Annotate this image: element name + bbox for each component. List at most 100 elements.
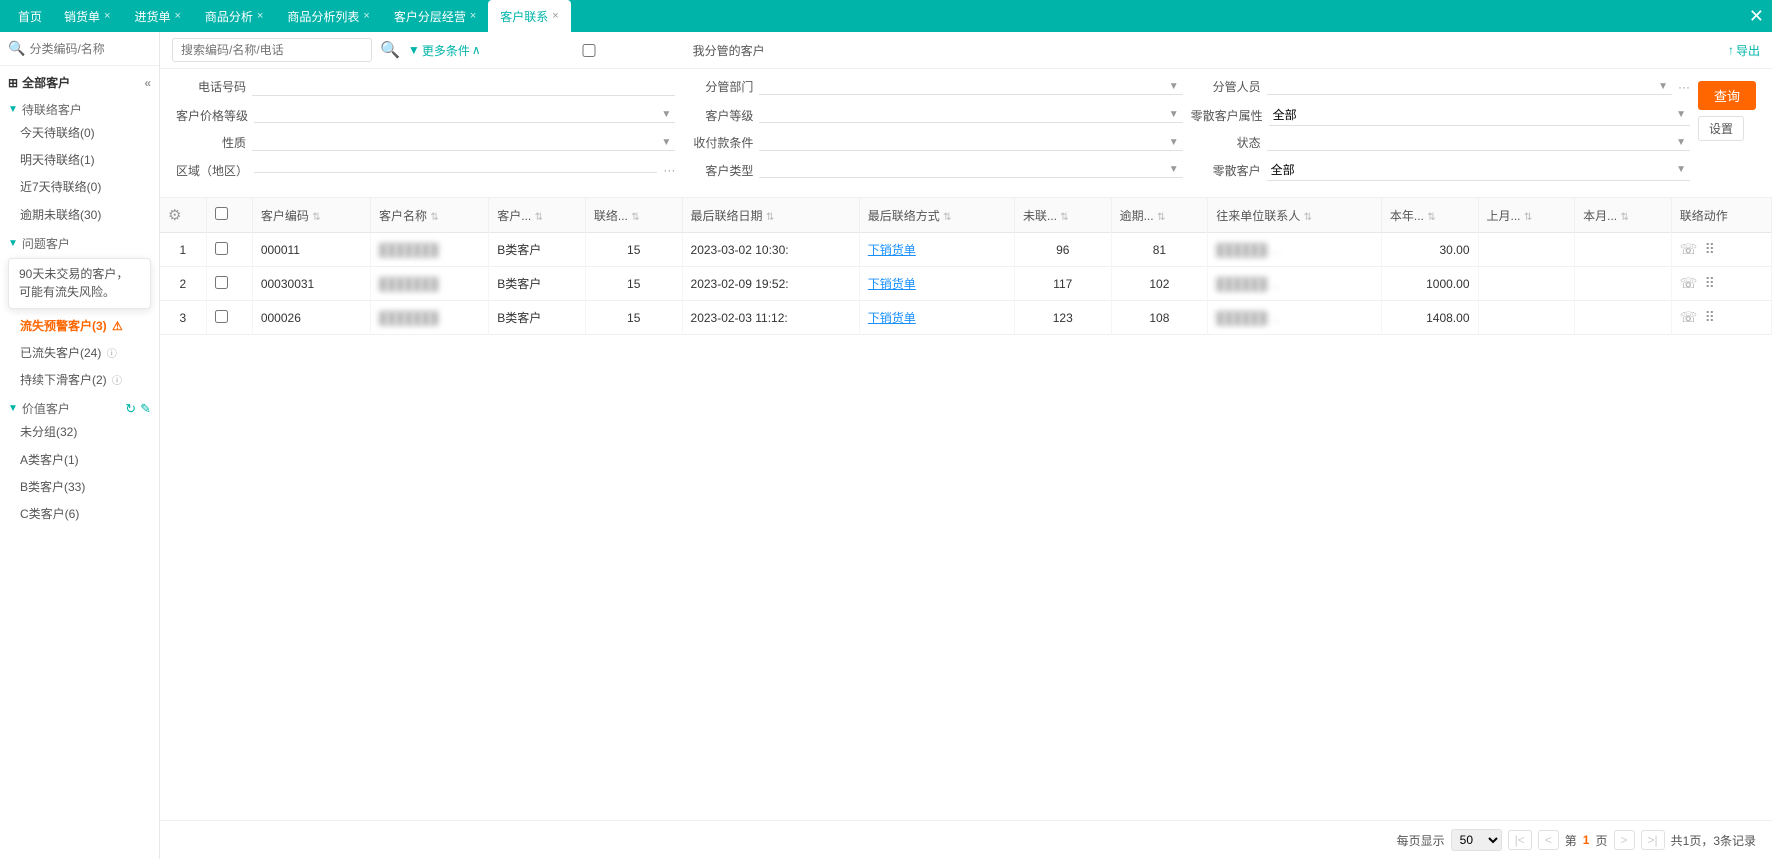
th-not-contacted-label: 未联... xyxy=(1023,209,1057,223)
retail-attr-select[interactable]: 全部 ▼ xyxy=(1269,104,1690,126)
th-action-label: 联络动作 xyxy=(1680,209,1728,223)
sidebar-item-tomorrow[interactable]: 明天待联络(1) xyxy=(0,147,159,174)
sidebar-item-churn-warning[interactable]: 流失预警客户(3) ⚠ xyxy=(0,313,159,340)
grade-select[interactable]: ▼ xyxy=(759,107,1182,123)
next-page-button[interactable]: > xyxy=(1614,830,1635,850)
tab-purchase-close[interactable]: × xyxy=(174,10,180,22)
declining-info-icon: ⓘ xyxy=(112,376,122,387)
sidebar-item-today[interactable]: 今天待联络(0) xyxy=(0,120,159,147)
sidebar-search-icon: 🔍 xyxy=(8,40,25,57)
th-last-date[interactable]: 最后联络日期 ⇅ xyxy=(682,198,859,233)
tab-goods-list-close[interactable]: × xyxy=(363,10,369,22)
filter-field-retail: 零散客户 全部 ▼ xyxy=(1191,159,1690,181)
row-checkbox-1[interactable] xyxy=(215,276,228,289)
tab-customer-tier-close[interactable]: × xyxy=(470,10,476,22)
action-more-icon-0[interactable]: ⠿ xyxy=(1705,241,1715,257)
cell-date-1: 2023-02-09 19:52: xyxy=(682,267,859,301)
tab-home[interactable]: 首页 xyxy=(8,0,52,32)
dept-select[interactable]: ▼ xyxy=(759,79,1182,95)
th-this-month[interactable]: 本月... ⇅ xyxy=(1575,198,1672,233)
value-refresh-icon[interactable]: ↻ xyxy=(125,401,136,417)
action-contact-icon-2[interactable]: ☏ xyxy=(1680,309,1698,325)
collapse-icon[interactable]: « xyxy=(144,76,151,90)
sidebar-item-b-class[interactable]: B类客户(33) xyxy=(0,474,159,501)
price-grade-arrow-icon: ▼ xyxy=(661,109,671,120)
manager-more-icon[interactable]: ··· xyxy=(1678,80,1690,94)
per-page-label: 每页显示 xyxy=(1397,832,1445,849)
my-customers-checkbox[interactable] xyxy=(489,44,689,57)
action-contact-icon-1[interactable]: ☏ xyxy=(1680,275,1698,291)
export-button[interactable]: ↑ 导出 xyxy=(1728,42,1760,59)
th-name[interactable]: 客户名称 ⇅ xyxy=(371,198,489,233)
cell-method-0: 下销货单 xyxy=(859,233,1014,267)
sidebar-item-declining[interactable]: 持续下滑客户(2) ⓘ xyxy=(0,367,159,394)
section-arrow-pending: ▼ xyxy=(8,104,18,115)
action-more-icon-1[interactable]: ⠿ xyxy=(1705,275,1715,291)
region-select[interactable] xyxy=(254,168,657,173)
cell-last-month-0 xyxy=(1478,233,1575,267)
th-this-year[interactable]: 本年... ⇅ xyxy=(1381,198,1478,233)
action-contact-icon-0[interactable]: ☏ xyxy=(1680,241,1698,257)
manager-select[interactable]: ▼ xyxy=(1267,79,1672,95)
sidebar-item-overdue[interactable]: 逾期未联络(30) xyxy=(0,202,159,229)
th-not-contacted[interactable]: 未联... ⇅ xyxy=(1014,198,1111,233)
query-button[interactable]: 查询 xyxy=(1698,81,1756,110)
window-close-icon[interactable]: ✕ xyxy=(1749,6,1764,27)
export-label: 导出 xyxy=(1736,42,1760,59)
th-last-method[interactable]: 最后联络方式 ⇅ xyxy=(859,198,1014,233)
first-page-button[interactable]: |< xyxy=(1508,830,1532,850)
price-grade-select[interactable]: ▼ xyxy=(254,107,675,123)
th-last-month[interactable]: 上月... ⇅ xyxy=(1478,198,1575,233)
tab-goods-analysis[interactable]: 商品分析 × xyxy=(193,0,275,32)
th-overdue[interactable]: 逾期... ⇅ xyxy=(1111,198,1208,233)
th-type[interactable]: 客户... ⇅ xyxy=(489,198,586,233)
sidebar-item-ungrouped[interactable]: 未分组(32) xyxy=(0,419,159,446)
th-contact-person[interactable]: 往来单位联系人 ⇅ xyxy=(1208,198,1382,233)
nature-select[interactable]: ▼ xyxy=(252,135,675,151)
sidebar-all-customers[interactable]: ⊞ 全部客户 « xyxy=(0,66,159,95)
row-checkbox-0[interactable] xyxy=(215,242,228,255)
sidebar-search-input[interactable] xyxy=(29,42,160,56)
status-select[interactable]: ▼ xyxy=(1267,135,1690,151)
tab-customer-contact[interactable]: 客户联系 × xyxy=(488,0,570,32)
retail-select[interactable]: 全部 ▼ xyxy=(1267,159,1690,181)
tab-goods-list[interactable]: 商品分析列表 × xyxy=(275,0,381,32)
section-problem-customers[interactable]: ▼ 问题客户 xyxy=(0,229,159,254)
tab-purchase[interactable]: 进货单 × xyxy=(122,0,192,32)
filter-more-button[interactable]: ▼ 更多条件 ∧ xyxy=(408,42,481,59)
filter-chevron-icon: ∧ xyxy=(472,43,481,57)
sidebar-item-churned[interactable]: 已流失客户(24) ⓘ xyxy=(0,340,159,367)
last-page-button[interactable]: >| xyxy=(1641,830,1665,850)
search-button[interactable]: 🔍 xyxy=(380,40,400,60)
section-value-customers[interactable]: ▼ 价值客户 ↻ ✎ xyxy=(0,394,159,419)
th-code-sort-icon: ⇅ xyxy=(312,212,320,223)
sidebar-item-a-class[interactable]: A类客户(1) xyxy=(0,447,159,474)
th-contact[interactable]: 联络... ⇅ xyxy=(585,198,682,233)
th-code[interactable]: 客户编码 ⇅ xyxy=(252,198,370,233)
cust-type-select[interactable]: ▼ xyxy=(759,162,1182,178)
select-all-checkbox[interactable] xyxy=(215,207,228,220)
gear-icon[interactable]: ⚙ xyxy=(168,207,181,224)
tab-customer-tier[interactable]: 客户分层经营 × xyxy=(382,0,488,32)
region-more-icon[interactable]: ··· xyxy=(663,163,675,177)
section-pending-contact[interactable]: ▼ 待联络客户 xyxy=(0,95,159,120)
sidebar-item-c-class[interactable]: C类客户(6) xyxy=(0,501,159,528)
per-page-select[interactable]: 50 20 100 xyxy=(1451,829,1502,851)
value-edit-icon[interactable]: ✎ xyxy=(140,401,151,417)
tab-sales-close[interactable]: × xyxy=(104,10,110,22)
row-checkbox-2[interactable] xyxy=(215,310,228,323)
tab-customer-contact-close[interactable]: × xyxy=(552,10,558,22)
payment-select[interactable]: ▼ xyxy=(759,135,1182,151)
tab-sales[interactable]: 销货单 × xyxy=(52,0,122,32)
prev-page-button[interactable]: < xyxy=(1538,830,1559,850)
tab-goods-analysis-close[interactable]: × xyxy=(257,10,263,22)
sidebar-item-7days[interactable]: 近7天待联络(0) xyxy=(0,174,159,201)
cell-overdue-2: 108 xyxy=(1111,301,1208,335)
my-customers-checkbox-label[interactable]: 我分管的客户 xyxy=(489,42,765,59)
action-more-icon-2[interactable]: ⠿ xyxy=(1705,309,1715,325)
settings-button[interactable]: 设置 xyxy=(1698,116,1744,141)
search-input[interactable] xyxy=(172,38,372,62)
cell-contact-person-1: ██████ ... xyxy=(1208,267,1382,301)
phone-input[interactable] xyxy=(252,77,675,96)
th-this-year-sort-icon: ⇅ xyxy=(1427,212,1435,223)
